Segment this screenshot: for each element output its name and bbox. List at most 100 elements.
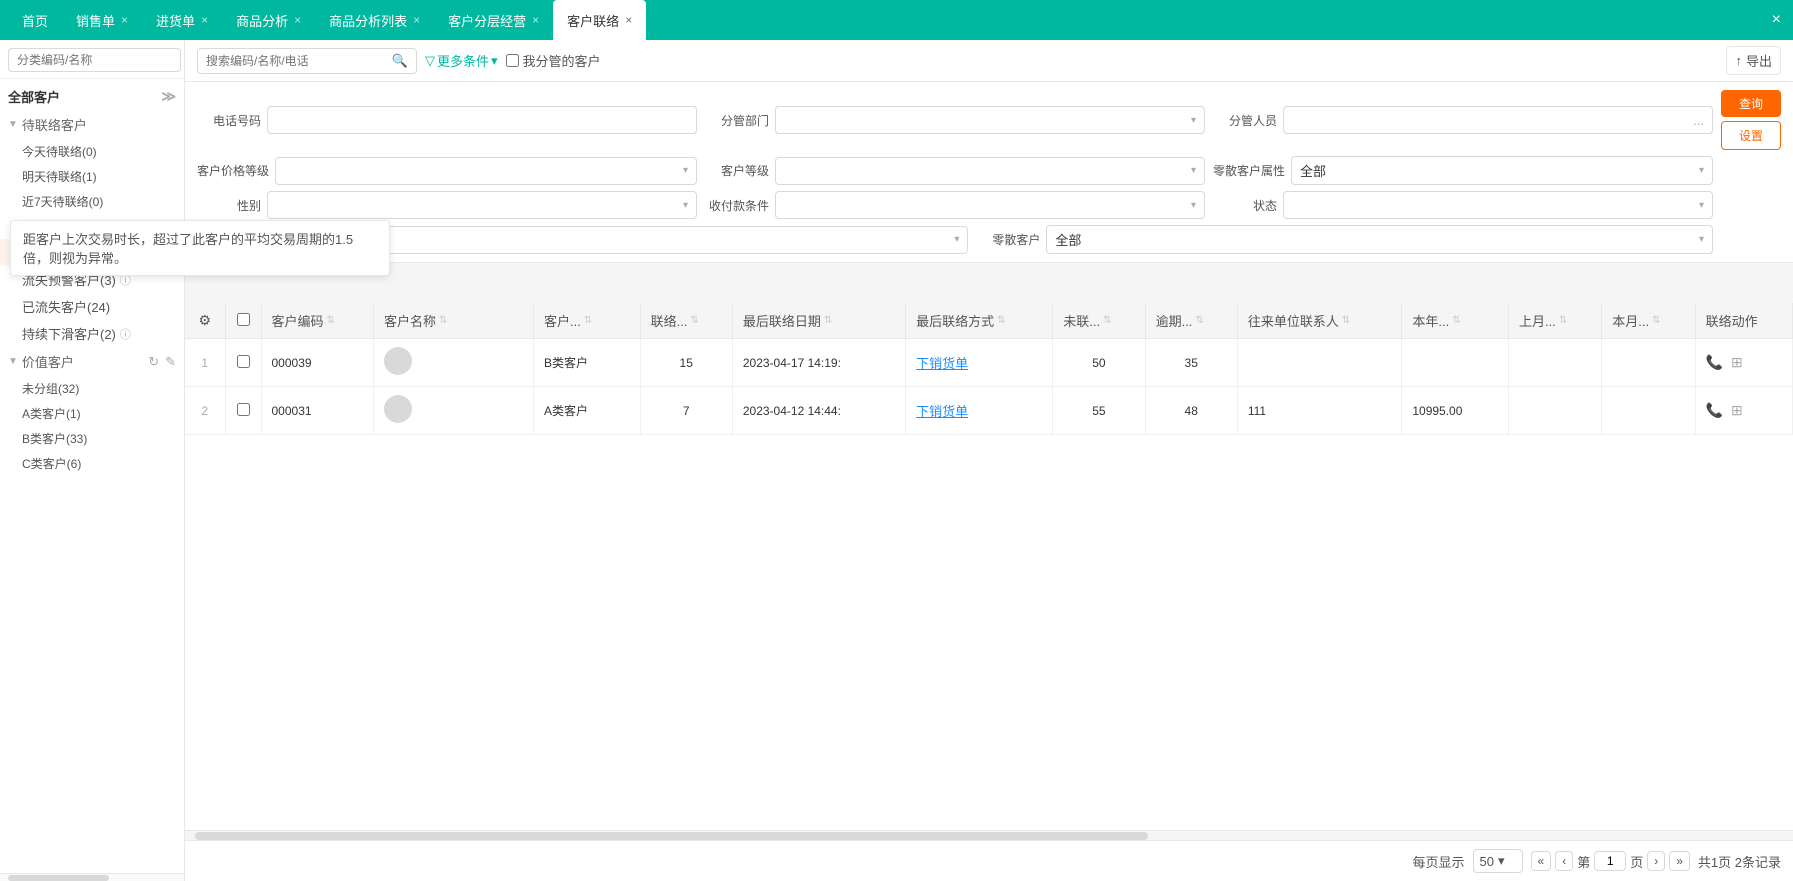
filter-cell-dept: 分管部门 ▾: [705, 106, 1205, 134]
horizontal-scrollbar[interactable]: [185, 830, 1793, 840]
first-page-btn[interactable]: «: [1531, 851, 1552, 871]
export-button[interactable]: ↑ 导出: [1726, 46, 1781, 75]
query-button[interactable]: 查询: [1721, 90, 1781, 117]
refresh-icon[interactable]: ↻: [148, 354, 159, 370]
chevron-down-icon: ▾: [491, 53, 498, 69]
edit-icon[interactable]: ✎: [165, 354, 176, 370]
row2-way-link[interactable]: 下销货单: [916, 404, 968, 419]
scroll-thumb[interactable]: [195, 832, 1148, 840]
sidebar-item-lost[interactable]: 已流失客户(24): [0, 293, 184, 320]
close-analysis-tab[interactable]: ×: [294, 13, 301, 27]
sidebar-item-class-c[interactable]: C类客户(6): [0, 451, 184, 476]
row2-grid-icon[interactable]: ⊞: [1731, 402, 1743, 419]
sort-lm-icon[interactable]: ⇅: [1559, 315, 1567, 326]
row1-grid-icon[interactable]: ⊞: [1731, 354, 1743, 371]
row2-checkbox[interactable]: [237, 403, 250, 416]
row1-way-link[interactable]: 下销货单: [916, 356, 968, 371]
select-all-checkbox[interactable]: [237, 313, 250, 326]
dept-chevron-icon: ▾: [1191, 115, 1196, 126]
sidebar-scroll-bar[interactable]: [0, 873, 184, 881]
sort-year-icon[interactable]: ⇅: [1452, 315, 1460, 326]
last-page-btn[interactable]: »: [1669, 851, 1690, 871]
sidebar-item-today[interactable]: 今天待联络(0): [0, 139, 184, 164]
sidebar-item-class-a[interactable]: A类客户(1): [0, 401, 184, 426]
filter-icon: ▽: [425, 53, 435, 69]
close-analysis-list-tab[interactable]: ×: [413, 13, 420, 27]
customer-level-select[interactable]: ▾: [775, 157, 1205, 185]
row1-checkbox[interactable]: [237, 355, 250, 368]
sort-unreached-icon[interactable]: ⇅: [1103, 315, 1111, 326]
sort-way-icon[interactable]: ⇅: [997, 315, 1005, 326]
phone-input[interactable]: [267, 106, 697, 134]
table-settings-icon[interactable]: ⚙: [198, 312, 211, 328]
nav-customer-tier[interactable]: 客户分层经营 ×: [434, 0, 553, 40]
nav-analysis[interactable]: 商品分析 ×: [222, 0, 315, 40]
price-level-select[interactable]: ▾: [275, 157, 697, 185]
sidebar-search-input[interactable]: [8, 48, 181, 72]
nav-home[interactable]: 首页: [8, 0, 62, 40]
page-num-input[interactable]: [1594, 851, 1626, 871]
close-purchase-tab[interactable]: ×: [201, 13, 208, 27]
close-customer-tier-tab[interactable]: ×: [532, 13, 539, 27]
table-area[interactable]: ⚙ 客户编码 ⇅: [185, 303, 1793, 830]
person-select[interactable]: ...: [1283, 106, 1713, 134]
sort-name-icon[interactable]: ⇅: [439, 315, 447, 326]
sort-tm-icon[interactable]: ⇅: [1652, 315, 1660, 326]
sort-contact-icon[interactable]: ⇅: [690, 315, 698, 326]
sidebar-item-tomorrow[interactable]: 明天待联络(1): [0, 164, 184, 189]
status-select[interactable]: ▾: [1283, 191, 1713, 219]
row2-last-month: [1508, 387, 1601, 435]
settings-button[interactable]: 设置: [1721, 121, 1781, 150]
row2-phone-icon[interactable]: 📞: [1706, 402, 1723, 419]
row1-date: 2023-04-17 14:19:: [732, 339, 905, 387]
sidebar-item-declining[interactable]: 持续下滑客户(2) ⓘ: [0, 320, 184, 347]
nav-customer-contact[interactable]: 客户联络 ×: [553, 0, 646, 40]
sort-type-icon[interactable]: ⇅: [584, 315, 592, 326]
col-header-overdue: 逾期... ⇅: [1145, 303, 1237, 339]
retail-customer-select[interactable]: 全部 ▾: [1046, 225, 1713, 254]
row2-name: [374, 387, 534, 435]
payment-select[interactable]: ▾: [775, 191, 1205, 219]
row2-overdue: 48: [1145, 387, 1237, 435]
close-sales-tab[interactable]: ×: [121, 13, 128, 27]
filter-more-btn[interactable]: ▽ 更多条件 ▾: [425, 51, 498, 70]
dept-select[interactable]: ▾: [775, 106, 1205, 134]
per-page-select[interactable]: 50 ▾: [1473, 849, 1523, 873]
per-page-label: 每页显示: [1413, 852, 1465, 871]
person-dots: ...: [1693, 113, 1704, 128]
sort-cp-icon[interactable]: ⇅: [1342, 315, 1350, 326]
gender-select[interactable]: ▾: [267, 191, 697, 219]
sort-date-icon[interactable]: ⇅: [824, 315, 832, 326]
sidebar-item-class-b[interactable]: B类客户(33): [0, 426, 184, 451]
sidebar-item-week[interactable]: 近7天待联络(0): [0, 189, 184, 214]
prev-page-btn[interactable]: ‹: [1555, 851, 1573, 871]
sidebar-item-unsorted[interactable]: 未分组(32): [0, 376, 184, 401]
ctype-select[interactable]: ▾: [302, 226, 969, 254]
col-header-name: 客户名称 ⇅: [374, 303, 534, 339]
sort-overdue-icon[interactable]: ⇅: [1195, 315, 1203, 326]
sort-code-icon[interactable]: ⇅: [327, 315, 335, 326]
tree-group-value-title[interactable]: ▼ 价值客户 ↻ ✎: [0, 347, 184, 376]
page-label: 第: [1577, 852, 1590, 871]
my-customer-checkbox[interactable]: [506, 54, 519, 67]
filter-row-3: 性别 ▾ 收付款条件 ▾ 状态: [197, 191, 1781, 219]
sidebar-scroll-thumb[interactable]: [8, 875, 109, 881]
next-page-btn[interactable]: ›: [1647, 851, 1665, 871]
tree-group-pending-title[interactable]: ▼ 待联络客户: [0, 110, 184, 139]
main-search-icon[interactable]: 🔍: [392, 53, 408, 69]
sidebar-collapse-btn[interactable]: ≫: [161, 88, 176, 105]
row1-phone-icon[interactable]: 📞: [1706, 354, 1723, 371]
nav-sales[interactable]: 销售单 ×: [62, 0, 142, 40]
close-customer-contact-tab[interactable]: ×: [625, 13, 632, 27]
col-code-label: 客户编码: [272, 311, 324, 330]
arrow-icon: ▼: [8, 119, 18, 130]
retail-customer-label: 零散客户: [976, 231, 1040, 248]
retail-attr-select[interactable]: 全部 ▾: [1291, 156, 1713, 185]
col-way-label: 最后联络方式: [916, 311, 994, 330]
nav-purchase[interactable]: 进货单 ×: [142, 0, 222, 40]
main-search-input[interactable]: [206, 54, 392, 68]
nav-analysis-list[interactable]: 商品分析列表 ×: [315, 0, 434, 40]
col-header-unreached: 未联... ⇅: [1053, 303, 1145, 339]
row1-name: [374, 339, 534, 387]
close-all-tabs[interactable]: ×: [1772, 11, 1781, 29]
